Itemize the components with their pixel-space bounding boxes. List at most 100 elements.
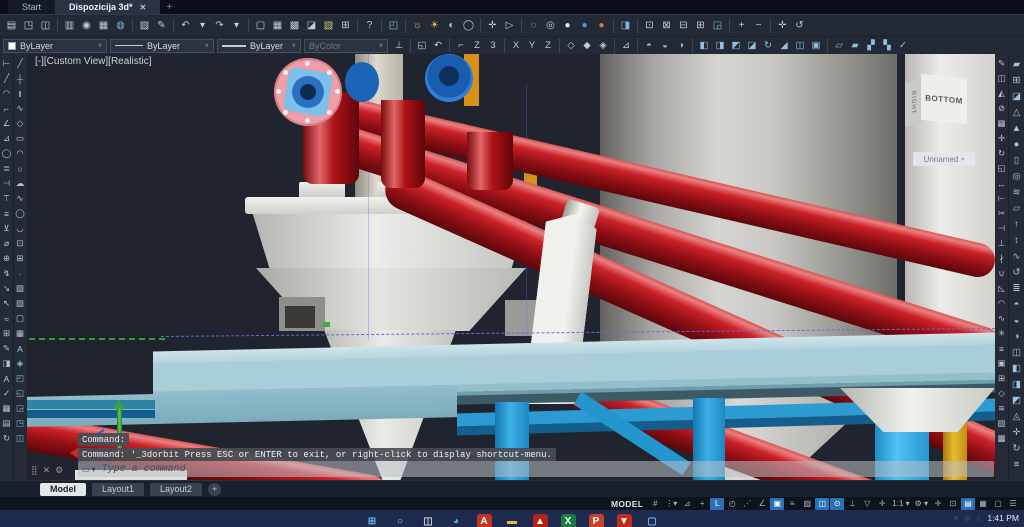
dim-angular-icon[interactable]: ∠ [1, 116, 13, 131]
ucs-rotate-y-icon[interactable]: Y [524, 38, 540, 53]
offset-icon[interactable]: ⊘ [996, 101, 1008, 116]
tolerance-icon[interactable]: ⊻ [1, 221, 13, 236]
break-at-point-icon[interactable]: ⊥ [996, 236, 1008, 251]
vs-realistic-icon[interactable]: ● [559, 17, 576, 34]
model-tab[interactable]: Model [40, 483, 86, 496]
plot-icon[interactable]: ▦ [95, 17, 112, 34]
new-icon[interactable]: ▤ [3, 17, 20, 34]
undo-menu-icon[interactable]: ▾ [194, 17, 211, 34]
break-icon[interactable]: ∤ [996, 251, 1008, 266]
copy-icon[interactable]: ◫ [996, 71, 1008, 86]
print-preview-icon[interactable]: ◉ [78, 17, 95, 34]
chamfer-icon[interactable]: ◺ [996, 281, 1008, 296]
text-single-icon[interactable]: A [1, 371, 13, 386]
lineweight-dropdown[interactable]: ByLayer ∨ [217, 39, 301, 53]
shell-icon[interactable]: ▚ [879, 38, 895, 53]
update-icon[interactable]: ↻ [1, 431, 13, 446]
open-icon[interactable]: ◳ [20, 17, 37, 34]
mleader-collect-icon[interactable]: ⊞ [1, 326, 13, 341]
rotate-icon[interactable]: ↻ [996, 146, 1008, 161]
publish-icon[interactable]: ◍ [112, 17, 129, 34]
clean-icon[interactable]: ▰ [847, 38, 863, 53]
ucs-apply-icon[interactable]: ⊿ [618, 38, 634, 53]
3d-rotate-icon[interactable]: ↻ [1011, 440, 1023, 456]
taskbar-clock[interactable]: 1:41 PM [987, 513, 1019, 523]
spline-icon[interactable]: ∿ [14, 191, 26, 206]
edit-polyline-icon[interactable]: ◇ [996, 386, 1008, 401]
gradient-icon[interactable]: ▧ [14, 296, 26, 311]
mirror-icon[interactable]: ◭ [996, 86, 1008, 101]
revision-cloud-icon[interactable]: ☁ [14, 176, 26, 191]
pan-icon[interactable]: ✛ [774, 17, 791, 34]
workspace-icon[interactable]: ⚙ ▾ [913, 498, 930, 510]
dynamic-ucs-icon[interactable]: ⊥ [845, 498, 859, 510]
zoom-realtime-icon[interactable]: ◲ [709, 17, 726, 34]
table-icon[interactable]: ▦ [1, 401, 13, 416]
customize-icon[interactable]: ⚙ [55, 465, 63, 476]
gizmo-icon[interactable]: ✛ [875, 498, 889, 510]
subtract-icon[interactable]: ◒ [657, 38, 673, 53]
color-control-dropdown[interactable]: ByLayer ∨ [3, 39, 107, 53]
dim-baseline-icon[interactable]: ≣ [1, 161, 13, 176]
pyramid-icon[interactable]: △ [1011, 104, 1023, 120]
separate-icon[interactable]: ▞ [863, 38, 879, 53]
edit-hatch-icon[interactable]: ▨ [996, 416, 1008, 431]
dim-aligned-icon[interactable]: ╱ [1, 71, 13, 86]
ucs-view-icon[interactable]: ◇ [563, 38, 579, 53]
viewcube-bottom-face[interactable]: BOTTOM [921, 74, 967, 124]
vs-shaded-icon[interactable]: ● [576, 17, 593, 34]
lights-icon[interactable]: ☼ [409, 17, 426, 34]
ucs-icon[interactable]: ⊥ [391, 38, 407, 53]
render-environment-icon[interactable]: ◐ [443, 17, 460, 34]
object-snap-icon[interactable]: ▣ [770, 498, 784, 510]
help-icon[interactable]: ? [361, 17, 378, 34]
vs-hidden-icon[interactable]: ◎ [542, 17, 559, 34]
mleader-icon[interactable]: ↖ [1, 296, 13, 311]
set-to-bylayer-icon[interactable]: ▣ [996, 356, 1008, 371]
annotation-scale-icon[interactable]: 1:1 ▾ [890, 498, 911, 510]
ucs-face-icon[interactable]: ◈ [595, 38, 611, 53]
extend-icon[interactable]: ⊣ [996, 221, 1008, 236]
taper-faces-icon[interactable]: ◢ [776, 38, 792, 53]
box-icon[interactable]: ⊞ [1011, 72, 1023, 88]
start-icon[interactable]: ⊞ [365, 514, 380, 527]
blend-curves-icon[interactable]: ∿ [996, 311, 1008, 326]
ucs-z-axis-icon[interactable]: Z [469, 38, 485, 53]
dim-jog-line-icon[interactable]: ↯ [1, 266, 13, 281]
planar-surface-icon[interactable]: ▱ [1011, 200, 1023, 216]
redo-icon[interactable]: ↷ [211, 17, 228, 34]
named-views-icon[interactable]: ◨ [617, 17, 634, 34]
viewport-controls[interactable]: [-][Custom View][Realistic] [35, 56, 152, 67]
scale-icon[interactable]: ◱ [996, 161, 1008, 176]
grid-icon[interactable]: # [648, 498, 662, 510]
fillet-icon[interactable]: ◠ [996, 296, 1008, 311]
interfere-icon[interactable]: ◬ [1011, 408, 1023, 424]
selection-cycling-icon[interactable]: ◫ [815, 498, 829, 510]
ucs-named-icon[interactable]: ◱ [414, 38, 430, 53]
3d-osnap-icon[interactable]: ⊙ [830, 498, 844, 510]
linetype-dropdown[interactable]: ByLayer ∨ [110, 39, 214, 53]
lengthen-icon[interactable]: ⊢ [996, 191, 1008, 206]
edit-array-icon[interactable]: ▩ [996, 431, 1008, 446]
pdf-app-icon[interactable]: ▼ [617, 514, 632, 527]
units-icon[interactable]: ⊡ [946, 498, 960, 510]
dim-arc-length-icon[interactable]: ◠ [1, 86, 13, 101]
close-tab-icon[interactable]: ✕ [140, 3, 147, 12]
imprint-icon[interactable]: ▱ [831, 38, 847, 53]
loft-icon[interactable]: ≣ [1011, 280, 1023, 296]
zoom-window-icon[interactable]: ⊡ [641, 17, 658, 34]
quick-calc-icon[interactable]: ⊞ [337, 17, 354, 34]
viewcube-right-face[interactable]: RIGHT [905, 79, 921, 127]
construction-line-icon[interactable]: ┼ [14, 71, 26, 86]
extrude-faces-icon[interactable]: ◧ [696, 38, 712, 53]
group-icon[interactable]: ◰ [14, 371, 26, 386]
new-tab-button[interactable]: + [160, 0, 178, 14]
cylinder-icon[interactable]: ▯ [1011, 152, 1023, 168]
trim-icon[interactable]: ✂ [996, 206, 1008, 221]
excel-icon[interactable]: X [561, 514, 576, 527]
group-edit-icon[interactable]: ◱ [14, 386, 26, 401]
named-view-button[interactable]: Unnamed ▾ [913, 152, 975, 166]
close-icon[interactable]: ✕ [43, 465, 51, 476]
center-mark-icon[interactable]: ⌀ [1, 236, 13, 251]
move-faces-icon[interactable]: ◨ [712, 38, 728, 53]
